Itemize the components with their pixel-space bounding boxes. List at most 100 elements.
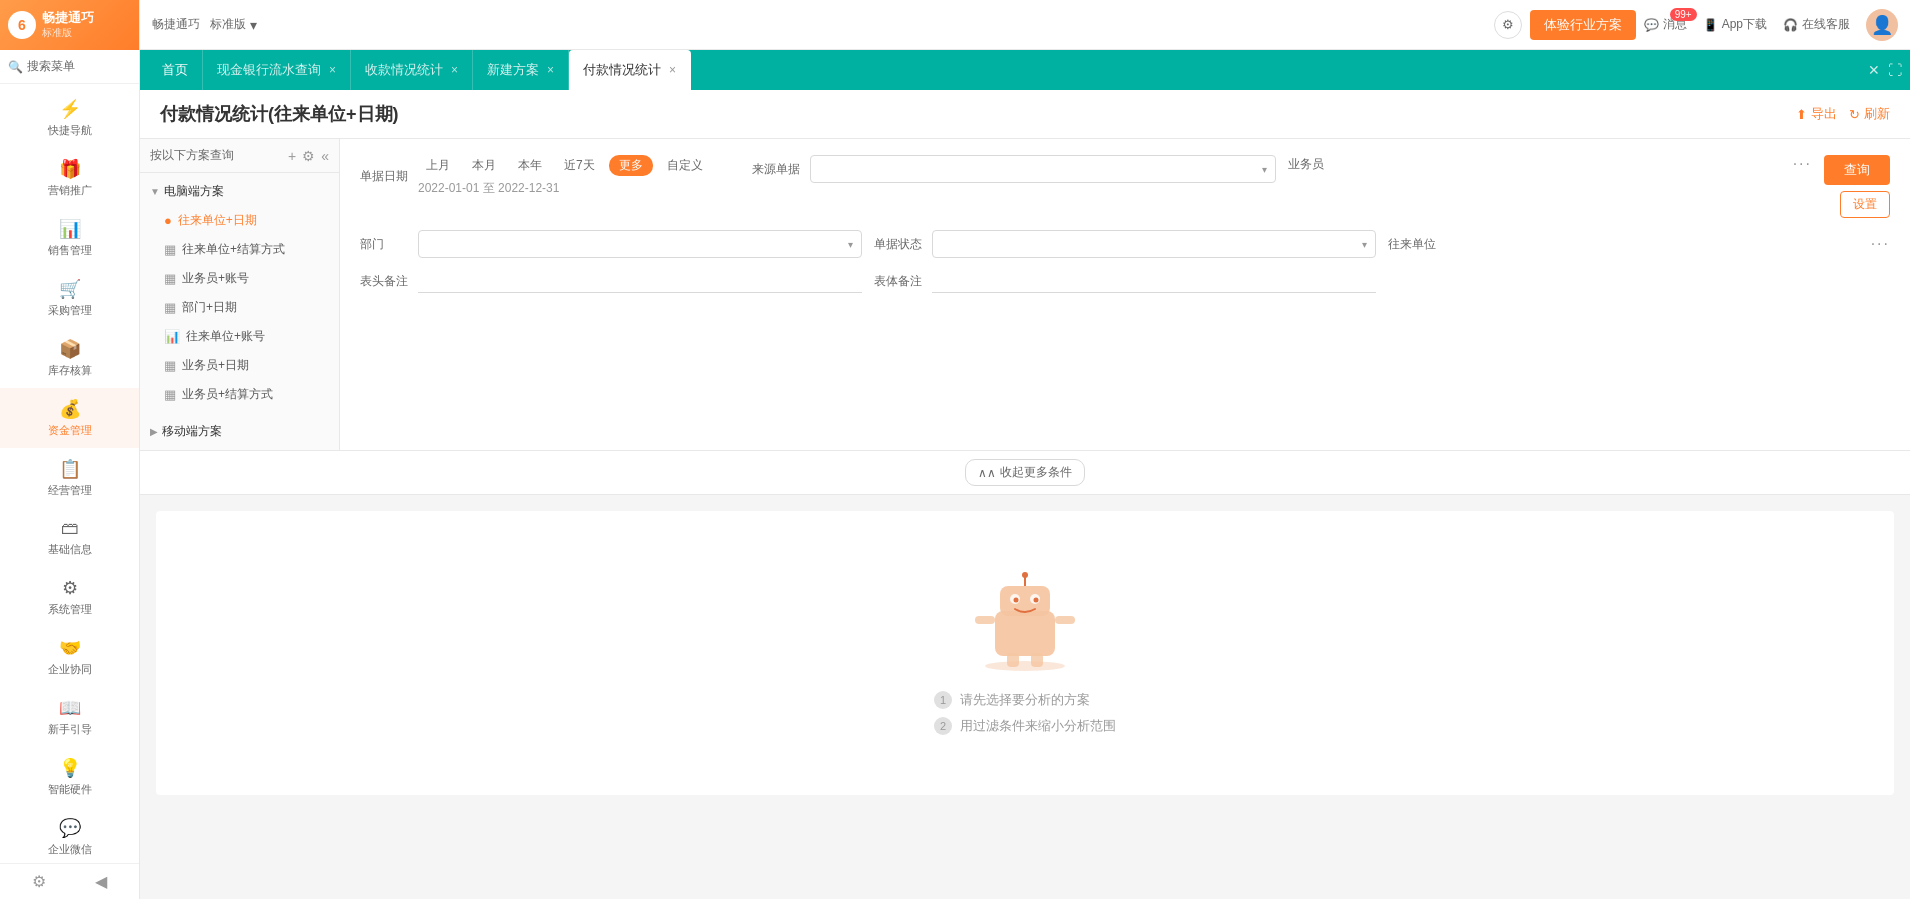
sidebar-item-hardware[interactable]: 💡 智能硬件 [0, 747, 139, 807]
avatar-text: 👤 [1871, 14, 1893, 36]
filter-header-note-input[interactable] [418, 270, 862, 293]
date-option-this-month[interactable]: 本月 [464, 155, 504, 176]
date-option-more[interactable]: 更多 [609, 155, 653, 176]
scheme-item-staff-account[interactable]: ▦ 业务员+账号 [140, 264, 339, 293]
scheme-item-dept-date[interactable]: ▦ 部门+日期 [140, 293, 339, 322]
scheme-item-staff-settlement[interactable]: ▦ 业务员+结算方式 [140, 380, 339, 409]
filter-source-select[interactable]: ▾ [810, 155, 1276, 183]
scheme-collapse-btn[interactable]: « [321, 148, 329, 164]
user-avatar[interactable]: 👤 [1866, 9, 1898, 41]
breadcrumb-text: 畅捷通巧 标准版 [152, 16, 246, 33]
scheme-group-desktop: ▼ 电脑端方案 ● 往来单位+日期 ▦ 往来单位+结算方式 ▦ [140, 173, 339, 413]
tab-payment-stats[interactable]: 付款情况统计 × [569, 50, 691, 90]
sidebar-item-label: 企业微信 [48, 842, 92, 857]
tab-expand-btn[interactable]: ⛶ [1888, 62, 1902, 78]
filter-dept-select[interactable]: ▾ [418, 230, 862, 258]
tab-new-scheme-close[interactable]: × [547, 63, 554, 77]
sidebar-item-label: 营销推广 [48, 183, 92, 198]
page-content: 付款情况统计(往来单位+日期) ⬆ 导出 ↻ 刷新 按 [140, 90, 1910, 899]
scheme-item-unit-account[interactable]: 📊 往来单位+账号 [140, 322, 339, 351]
footer-collapse-btn[interactable]: ◀ [95, 872, 107, 891]
scheme-add-btn[interactable]: + [288, 148, 296, 164]
step-2-num: 2 [934, 717, 952, 735]
sidebar-item-basic[interactable]: 🗃 基础信息 [0, 508, 139, 567]
scheme-group-desktop-header[interactable]: ▼ 电脑端方案 [140, 177, 339, 206]
export-icon: ⬆ [1796, 107, 1807, 122]
sidebar-item-sales[interactable]: 📊 销售管理 [0, 208, 139, 268]
sidebar-item-purchase[interactable]: 🛒 采购管理 [0, 268, 139, 328]
scheme-item-unit-settlement[interactable]: ▦ 往来单位+结算方式 [140, 235, 339, 264]
tab-close-all-btn[interactable]: ✕ [1868, 62, 1880, 78]
sidebar-item-enterprise[interactable]: 🤝 企业协同 [0, 627, 139, 687]
header-settings-button[interactable]: ⚙ [1494, 11, 1522, 39]
tab-payment-stats-label: 付款情况统计 [583, 61, 661, 79]
scheme-item-unit-date[interactable]: ● 往来单位+日期 [140, 206, 339, 235]
sidebar-item-operations[interactable]: 📋 经营管理 [0, 448, 139, 508]
sidebar-item-quick-nav[interactable]: ⚡ 快捷导航 [0, 88, 139, 148]
tab-new-scheme-label: 新建方案 [487, 61, 539, 79]
date-option-this-year[interactable]: 本年 [510, 155, 550, 176]
scheme-group-mobile-header[interactable]: ▶ 移动端方案 [140, 417, 339, 446]
svg-rect-7 [975, 616, 995, 624]
tab-bank-flow-close[interactable]: × [329, 63, 336, 77]
scheme-item-label: 业务员+账号 [182, 270, 249, 287]
online-service-btn[interactable]: 🎧 在线客服 [1783, 16, 1850, 33]
sidebar-item-system[interactable]: ⚙ 系统管理 [0, 567, 139, 627]
scheme-panel-actions: + ⚙ « [288, 148, 329, 164]
tab-bank-flow[interactable]: 现金银行流水查询 × [203, 50, 351, 90]
footer-settings-btn[interactable]: ⚙ [32, 872, 46, 891]
date-option-last-month[interactable]: 上月 [418, 155, 458, 176]
sidebar-item-wechat[interactable]: 💬 企业微信 [0, 807, 139, 863]
sidebar-item-marketing[interactable]: 🎁 营销推广 [0, 148, 139, 208]
trial-btn[interactable]: 体验行业方案 [1530, 10, 1636, 40]
date-option-7days[interactable]: 近7天 [556, 155, 603, 176]
scheme-item-grid-icon5: ▦ [164, 387, 176, 402]
app-download-btn[interactable]: 📱 App下载 [1703, 16, 1767, 33]
sidebar-item-label: 系统管理 [48, 602, 92, 617]
filter-partner-dots[interactable]: ··· [1871, 235, 1890, 253]
date-range-text: 2022-01-01 至 2022-12-31 [418, 180, 711, 197]
export-btn[interactable]: ⬆ 导出 [1796, 105, 1837, 123]
tab-receipt-stats[interactable]: 收款情况统计 × [351, 50, 473, 90]
collapse-bar: ∧∧ 收起更多条件 [140, 451, 1910, 495]
scheme-settings-btn[interactable]: ⚙ [302, 148, 315, 164]
page-title: 付款情况统计(往来单位+日期) [160, 102, 399, 126]
refresh-btn[interactable]: ↻ 刷新 [1849, 105, 1890, 123]
breadcrumb-dropdown-btn[interactable]: ▾ [250, 17, 257, 33]
scheme-mobile-arrow: ▶ [150, 426, 158, 437]
sidebar-item-guide[interactable]: 📖 新手引导 [0, 687, 139, 747]
settings-small-button[interactable]: 设置 [1840, 191, 1890, 218]
purchase-icon: 🛒 [59, 278, 81, 300]
sidebar-item-label: 销售管理 [48, 243, 92, 258]
tab-payment-stats-close[interactable]: × [669, 63, 676, 77]
empty-steps: 1 请先选择要分析的方案 2 用过滤条件来缩小分析范围 [934, 691, 1116, 735]
collapse-conditions-btn[interactable]: ∧∧ 收起更多条件 [965, 459, 1085, 486]
tab-home[interactable]: 首页 [148, 50, 203, 90]
empty-state: 1 请先选择要分析的方案 2 用过滤条件来缩小分析范围 [156, 511, 1894, 795]
filter-staff-dots[interactable]: ··· [1793, 155, 1812, 173]
filter-body-note-label: 表体备注 [874, 273, 924, 290]
empty-step-2: 2 用过滤条件来缩小分析范围 [934, 717, 1116, 735]
date-option-custom[interactable]: 自定义 [659, 155, 711, 176]
svg-rect-11 [1007, 653, 1019, 667]
filter-header-note-label: 表头备注 [360, 273, 410, 290]
message-btn[interactable]: 💬 消息 99+ [1644, 16, 1687, 33]
sidebar-search[interactable]: 🔍 搜索菜单 [0, 50, 139, 84]
message-icon: 💬 [1644, 18, 1659, 32]
tab-receipt-stats-close[interactable]: × [451, 63, 458, 77]
tab-actions: ✕ ⛶ [1868, 62, 1902, 78]
dept-select-arrow: ▾ [848, 239, 853, 250]
sidebar-item-finance[interactable]: 💰 资金管理 [0, 388, 139, 448]
filter-body-note-input[interactable] [932, 270, 1376, 293]
sidebar-item-inventory[interactable]: 📦 库存核算 [0, 328, 139, 388]
query-button[interactable]: 查询 [1824, 155, 1890, 185]
sidebar-item-label: 库存核算 [48, 363, 92, 378]
date-options: 上月 本月 本年 近7天 更多 自定义 [418, 155, 711, 176]
filter-status-field: 单据状态 ▾ [874, 230, 1376, 258]
tab-new-scheme[interactable]: 新建方案 × [473, 50, 569, 90]
filter-partner-label: 往来单位 [1388, 236, 1438, 253]
sidebar-item-label: 采购管理 [48, 303, 92, 318]
scheme-item-staff-date[interactable]: ▦ 业务员+日期 [140, 351, 339, 380]
filter-status-select[interactable]: ▾ [932, 230, 1376, 258]
sidebar-item-label: 企业协同 [48, 662, 92, 677]
